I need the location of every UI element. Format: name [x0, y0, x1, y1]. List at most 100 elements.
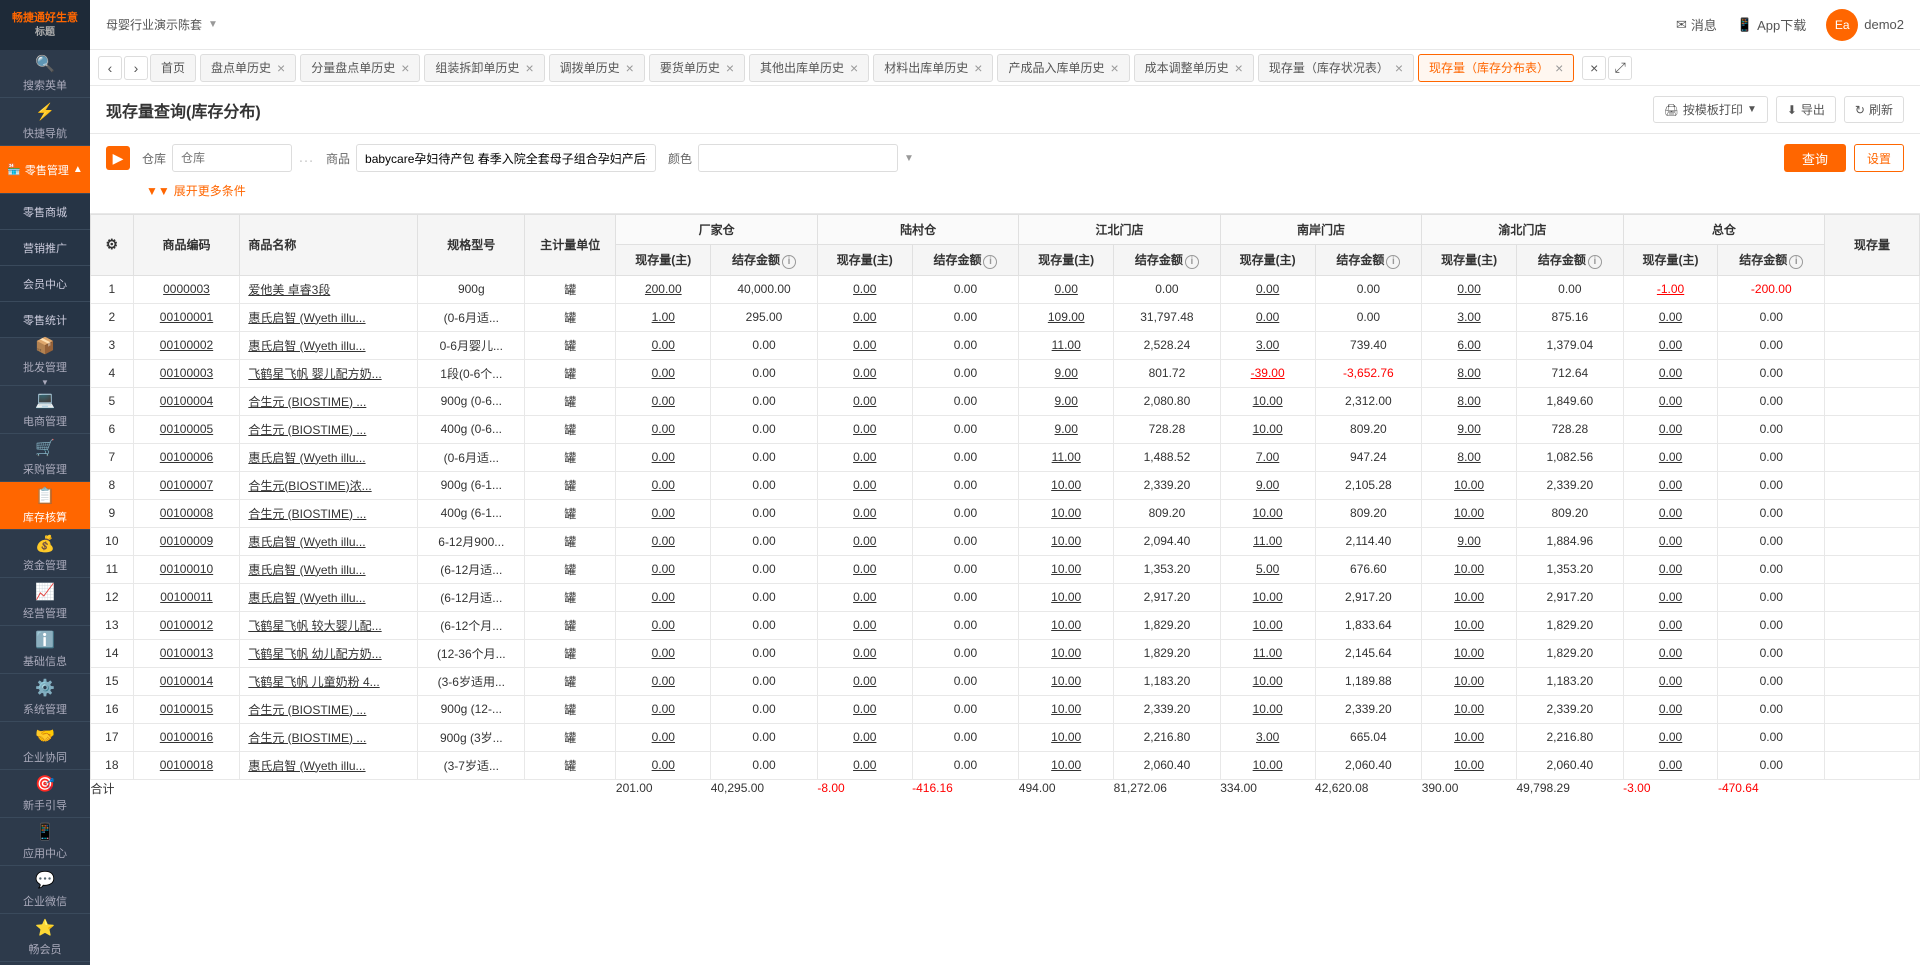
cell-tot-cur[interactable]: 0.00 [1623, 499, 1718, 527]
cell-jb-cur[interactable]: 10.00 [1019, 639, 1114, 667]
cell-name[interactable]: 合生元 (BIOSTIME) ... [240, 723, 418, 751]
cell-jub-cur[interactable]: 9.00 [1422, 415, 1517, 443]
cell-na-cur[interactable]: 10.00 [1220, 667, 1315, 695]
table-row[interactable]: 14 00100013 飞鹤星飞帆 幼儿配方奶... (12-36个月... 罐… [91, 639, 1920, 667]
cell-lc-cur[interactable]: 0.00 [817, 667, 912, 695]
cell-jub-cur[interactable]: 8.00 [1422, 443, 1517, 471]
table-row[interactable]: 10 00100009 惠氏启智 (Wyeth illu... 6-12月900… [91, 527, 1920, 555]
sidebar-item-inventory[interactable]: 📋 库存核算 [0, 482, 90, 530]
cell-tot-cur[interactable]: 0.00 [1623, 751, 1718, 779]
th-settings[interactable]: ⚙ [91, 215, 134, 276]
cell-jb-cur[interactable]: 10.00 [1019, 667, 1114, 695]
table-row[interactable]: 7 00100006 惠氏启智 (Wyeth illu... (0-6月适...… [91, 443, 1920, 471]
cell-cj-cur[interactable]: 0.00 [616, 387, 711, 415]
industry-selector[interactable]: 母婴行业演示陈套 ▼ [106, 16, 218, 33]
cell-tot-cur[interactable]: 0.00 [1623, 443, 1718, 471]
cell-jb-cur[interactable]: 10.00 [1019, 555, 1114, 583]
cell-cj-cur[interactable]: 0.00 [616, 639, 711, 667]
cell-name[interactable]: 飞鹤星飞帆 婴儿配方奶... [240, 359, 418, 387]
cell-jub-cur[interactable]: 10.00 [1422, 695, 1517, 723]
sidebar-item-retail-stat[interactable]: 零售统计 [0, 302, 90, 338]
table-row[interactable]: 5 00100004 合生元 (BIOSTIME) ... 900g (0-6.… [91, 387, 1920, 415]
cell-na-cur[interactable]: 9.00 [1220, 471, 1315, 499]
sidebar-item-retail-shop[interactable]: 零售商城 [0, 194, 90, 230]
cell-jub-cur[interactable]: 8.00 [1422, 387, 1517, 415]
app-download-btn[interactable]: 📱 App下载 [1737, 15, 1806, 34]
cell-jub-cur[interactable]: 10.00 [1422, 583, 1517, 611]
cell-tot-cur[interactable]: 0.00 [1623, 639, 1718, 667]
cell-lc-cur[interactable]: 0.00 [817, 331, 912, 359]
cell-cj-cur[interactable]: 0.00 [616, 611, 711, 639]
settings-icon[interactable]: ⚙ [106, 236, 119, 252]
cell-lc-cur[interactable]: 0.00 [817, 471, 912, 499]
cell-name[interactable]: 飞鹤星飞帆 幼儿配方奶... [240, 639, 418, 667]
cell-na-cur[interactable]: 3.00 [1220, 331, 1315, 359]
sidebar-item-system[interactable]: ⚙️ 系统管理 [0, 674, 90, 722]
cell-code[interactable]: 0000003 [133, 275, 240, 303]
cell-jub-cur[interactable]: 10.00 [1422, 611, 1517, 639]
cell-tot-cur[interactable]: 0.00 [1623, 667, 1718, 695]
cell-jub-cur[interactable]: 10.00 [1422, 723, 1517, 751]
cell-na-cur[interactable]: 11.00 [1220, 639, 1315, 667]
tab-close-icon[interactable]: × [1235, 60, 1243, 76]
table-row[interactable]: 13 00100012 飞鹤星飞帆 较大婴儿配... (6-12个月... 罐 … [91, 611, 1920, 639]
tab-close-icon[interactable]: × [726, 60, 734, 76]
cell-cj-cur[interactable]: 0.00 [616, 415, 711, 443]
cell-na-cur[interactable]: 10.00 [1220, 583, 1315, 611]
tab-cost-adjust[interactable]: 成本调整单历史 × [1134, 54, 1254, 82]
tab-close-icon[interactable]: × [1110, 60, 1118, 76]
cell-lc-cur[interactable]: 0.00 [817, 695, 912, 723]
refresh-btn[interactable]: ↻ 刷新 [1844, 96, 1904, 123]
table-row[interactable]: 17 00100016 合生元 (BIOSTIME) ... 900g (3岁.… [91, 723, 1920, 751]
cell-lc-cur[interactable]: 0.00 [817, 639, 912, 667]
cell-lc-cur[interactable]: 0.00 [817, 555, 912, 583]
cell-name[interactable]: 合生元 (BIOSTIME) ... [240, 499, 418, 527]
cell-code[interactable]: 00100001 [133, 303, 240, 331]
tab-next-btn[interactable]: › [124, 56, 148, 80]
cell-lc-cur[interactable]: 0.00 [817, 583, 912, 611]
cell-na-cur[interactable]: 0.00 [1220, 303, 1315, 331]
cell-tot-cur[interactable]: 0.00 [1623, 303, 1718, 331]
cell-lc-cur[interactable]: 0.00 [817, 275, 912, 303]
cell-cj-cur[interactable]: 0.00 [616, 359, 711, 387]
info-icon[interactable]: i [983, 255, 997, 269]
cell-cj-cur[interactable]: 0.00 [616, 723, 711, 751]
cell-tot-cur[interactable]: 0.00 [1623, 555, 1718, 583]
cell-jb-cur[interactable]: 10.00 [1019, 499, 1114, 527]
cell-tot-cur[interactable]: 0.00 [1623, 695, 1718, 723]
cell-na-cur[interactable]: 11.00 [1220, 527, 1315, 555]
info-icon[interactable]: i [1588, 255, 1602, 269]
cell-jb-cur[interactable]: 11.00 [1019, 331, 1114, 359]
sidebar-item-retail-mgmt[interactable]: 🏪 零售管理 ▲ [0, 146, 90, 194]
cell-jb-cur[interactable]: 10.00 [1019, 527, 1114, 555]
cell-tot-cur[interactable]: 0.00 [1623, 611, 1718, 639]
color-dropdown-icon[interactable]: ▼ [904, 153, 914, 164]
collapse-btn[interactable]: ▶ [106, 146, 130, 170]
message-btn[interactable]: ✉ 消息 [1676, 15, 1717, 34]
cell-lc-cur[interactable]: 0.00 [817, 415, 912, 443]
cell-code[interactable]: 00100012 [133, 611, 240, 639]
cell-tot-cur[interactable]: 0.00 [1623, 583, 1718, 611]
cell-lc-cur[interactable]: 0.00 [817, 303, 912, 331]
cell-name[interactable]: 合生元 (BIOSTIME) ... [240, 387, 418, 415]
cell-cj-cur[interactable]: 0.00 [616, 527, 711, 555]
cell-na-cur[interactable]: 10.00 [1220, 415, 1315, 443]
cell-cj-cur[interactable]: 0.00 [616, 583, 711, 611]
cell-na-cur[interactable]: 0.00 [1220, 275, 1315, 303]
table-row[interactable]: 11 00100010 惠氏启智 (Wyeth illu... (6-12月适.… [91, 555, 1920, 583]
cell-lc-cur[interactable]: 0.00 [817, 499, 912, 527]
cell-code[interactable]: 00100005 [133, 415, 240, 443]
cell-na-cur[interactable]: 5.00 [1220, 555, 1315, 583]
print-btn[interactable]: 🖨 按模板打印 ▼ [1653, 96, 1768, 123]
table-row[interactable]: 6 00100005 合生元 (BIOSTIME) ... 400g (0-6.… [91, 415, 1920, 443]
tab-bundle[interactable]: 组装拆卸单历史 × [424, 54, 544, 82]
cell-jub-cur[interactable]: 10.00 [1422, 751, 1517, 779]
cell-tot-cur[interactable]: 0.00 [1623, 527, 1718, 555]
cell-cj-cur[interactable]: 0.00 [616, 751, 711, 779]
table-row[interactable]: 12 00100011 惠氏启智 (Wyeth illu... (6-12月适.… [91, 583, 1920, 611]
cell-cj-cur[interactable]: 0.00 [616, 471, 711, 499]
tab-prev-btn[interactable]: ‹ [98, 56, 122, 80]
cell-lc-cur[interactable]: 0.00 [817, 443, 912, 471]
cell-name[interactable]: 惠氏启智 (Wyeth illu... [240, 303, 418, 331]
tab-stock-dist[interactable]: 现存量（库存分布表） × [1418, 54, 1574, 82]
